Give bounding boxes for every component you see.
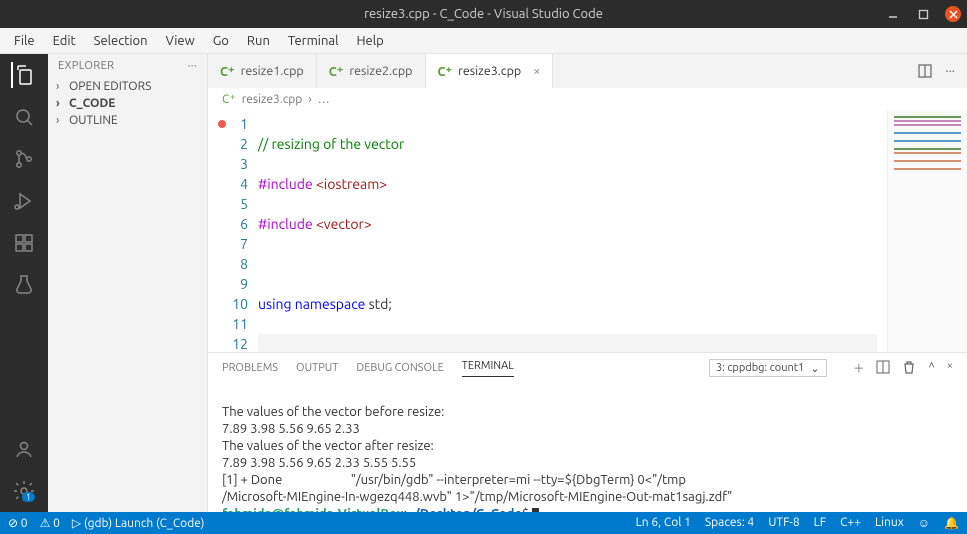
cpp-icon: C⁺	[220, 64, 235, 79]
menu-edit[interactable]: Edit	[45, 32, 84, 50]
panel-tab-output[interactable]: OUTPUT	[296, 362, 338, 374]
more-actions-icon[interactable]: ···	[945, 64, 955, 78]
status-bell-icon[interactable]: 🔔	[944, 516, 959, 530]
maximize-panel-icon[interactable]: ˄	[928, 360, 934, 376]
kill-terminal-icon[interactable]	[902, 360, 916, 376]
breadcrumb[interactable]: C⁺ resize3.cpp › …	[208, 88, 967, 110]
chevron-down-icon: ⌄	[810, 362, 819, 375]
sidebar: EXPLORER ··· ›OPEN EDITORS ›C_CODE ›OUTL…	[48, 54, 208, 512]
new-terminal-icon[interactable]: ＋	[853, 360, 864, 376]
minimize-button[interactable]	[885, 6, 901, 22]
status-eol[interactable]: LF	[814, 516, 826, 530]
split-terminal-icon[interactable]	[876, 360, 890, 376]
split-editor-icon[interactable]	[917, 63, 933, 79]
terminal-selector[interactable]: 3: cppdbg: count1 ⌄	[709, 359, 827, 377]
menu-bar: File Edit Selection View Go Run Terminal…	[0, 28, 967, 54]
panel-tab-terminal[interactable]: TERMINAL	[462, 360, 514, 377]
tree-project[interactable]: ›C_CODE	[48, 95, 207, 112]
code-editor[interactable]: 1 23456789101112 // resizing of the vect…	[208, 110, 967, 352]
terminal-output[interactable]: The values of the vector before resize: …	[208, 383, 967, 512]
panel-tab-debug[interactable]: DEBUG CONSOLE	[356, 362, 443, 374]
cpp-icon: C⁺	[222, 92, 236, 106]
status-lang[interactable]: C++	[840, 516, 861, 530]
source-control-icon[interactable]	[11, 146, 37, 172]
maximize-button[interactable]	[915, 6, 931, 22]
close-tab-icon[interactable]: ×	[533, 64, 540, 78]
menu-go[interactable]: Go	[205, 32, 237, 50]
breakpoint-icon[interactable]	[218, 120, 226, 128]
status-spaces[interactable]: Spaces: 4	[705, 516, 754, 530]
panel: PROBLEMS OUTPUT DEBUG CONSOLE TERMINAL 3…	[208, 352, 967, 512]
cpp-icon: C⁺	[329, 64, 344, 79]
menu-file[interactable]: File	[6, 32, 43, 50]
menu-selection[interactable]: Selection	[86, 32, 156, 50]
status-bar: ⊘ 0 ⚠ 0 ▷ (gdb) Launch (C_Code) Ln 6, Co…	[0, 512, 967, 534]
panel-tab-problems[interactable]: PROBLEMS	[222, 362, 278, 374]
run-debug-icon[interactable]	[11, 188, 37, 214]
extensions-icon[interactable]	[11, 230, 37, 256]
explorer-icon[interactable]	[11, 62, 37, 88]
menu-run[interactable]: Run	[239, 32, 278, 50]
minimap[interactable]	[887, 110, 967, 352]
accounts-icon[interactable]	[11, 436, 37, 462]
status-os[interactable]: Linux	[875, 516, 904, 530]
menu-help[interactable]: Help	[348, 32, 391, 50]
settings-badge: 1	[22, 492, 35, 502]
sidebar-title: EXPLORER	[58, 60, 114, 72]
menu-terminal[interactable]: Terminal	[280, 32, 347, 50]
tab-resize1[interactable]: C⁺resize1.cpp	[208, 54, 317, 88]
status-errors[interactable]: ⊘ 0	[8, 516, 28, 530]
window-title: resize3.cpp - C_Code - Visual Studio Cod…	[0, 7, 967, 21]
tab-resize3[interactable]: C⁺resize3.cpp×	[426, 54, 554, 88]
close-panel-icon[interactable]: ×	[947, 360, 953, 376]
tree-outline[interactable]: ›OUTLINE	[48, 112, 207, 129]
menu-view[interactable]: View	[158, 32, 203, 50]
activity-bar: 1	[0, 54, 48, 512]
close-button[interactable]	[945, 6, 961, 22]
status-position[interactable]: Ln 6, Col 1	[636, 516, 691, 530]
settings-icon[interactable]: 1	[11, 478, 37, 504]
title-bar: resize3.cpp - C_Code - Visual Studio Cod…	[0, 0, 967, 28]
testing-icon[interactable]	[11, 272, 37, 298]
search-icon[interactable]	[11, 104, 37, 130]
status-launch[interactable]: ▷ (gdb) Launch (C_Code)	[72, 516, 205, 530]
tree-open-editors[interactable]: ›OPEN EDITORS	[48, 78, 207, 95]
line-gutter: 1 23456789101112	[208, 110, 258, 352]
tab-resize2[interactable]: C⁺resize2.cpp	[317, 54, 426, 88]
tab-bar: C⁺resize1.cpp C⁺resize2.cpp C⁺resize3.cp…	[208, 54, 967, 88]
status-warnings[interactable]: ⚠ 0	[40, 516, 60, 530]
sidebar-more-icon[interactable]: ···	[188, 60, 197, 72]
status-encoding[interactable]: UTF-8	[768, 516, 799, 530]
cpp-icon: C⁺	[438, 64, 453, 79]
status-feedback-icon[interactable]: ☺	[918, 516, 930, 530]
